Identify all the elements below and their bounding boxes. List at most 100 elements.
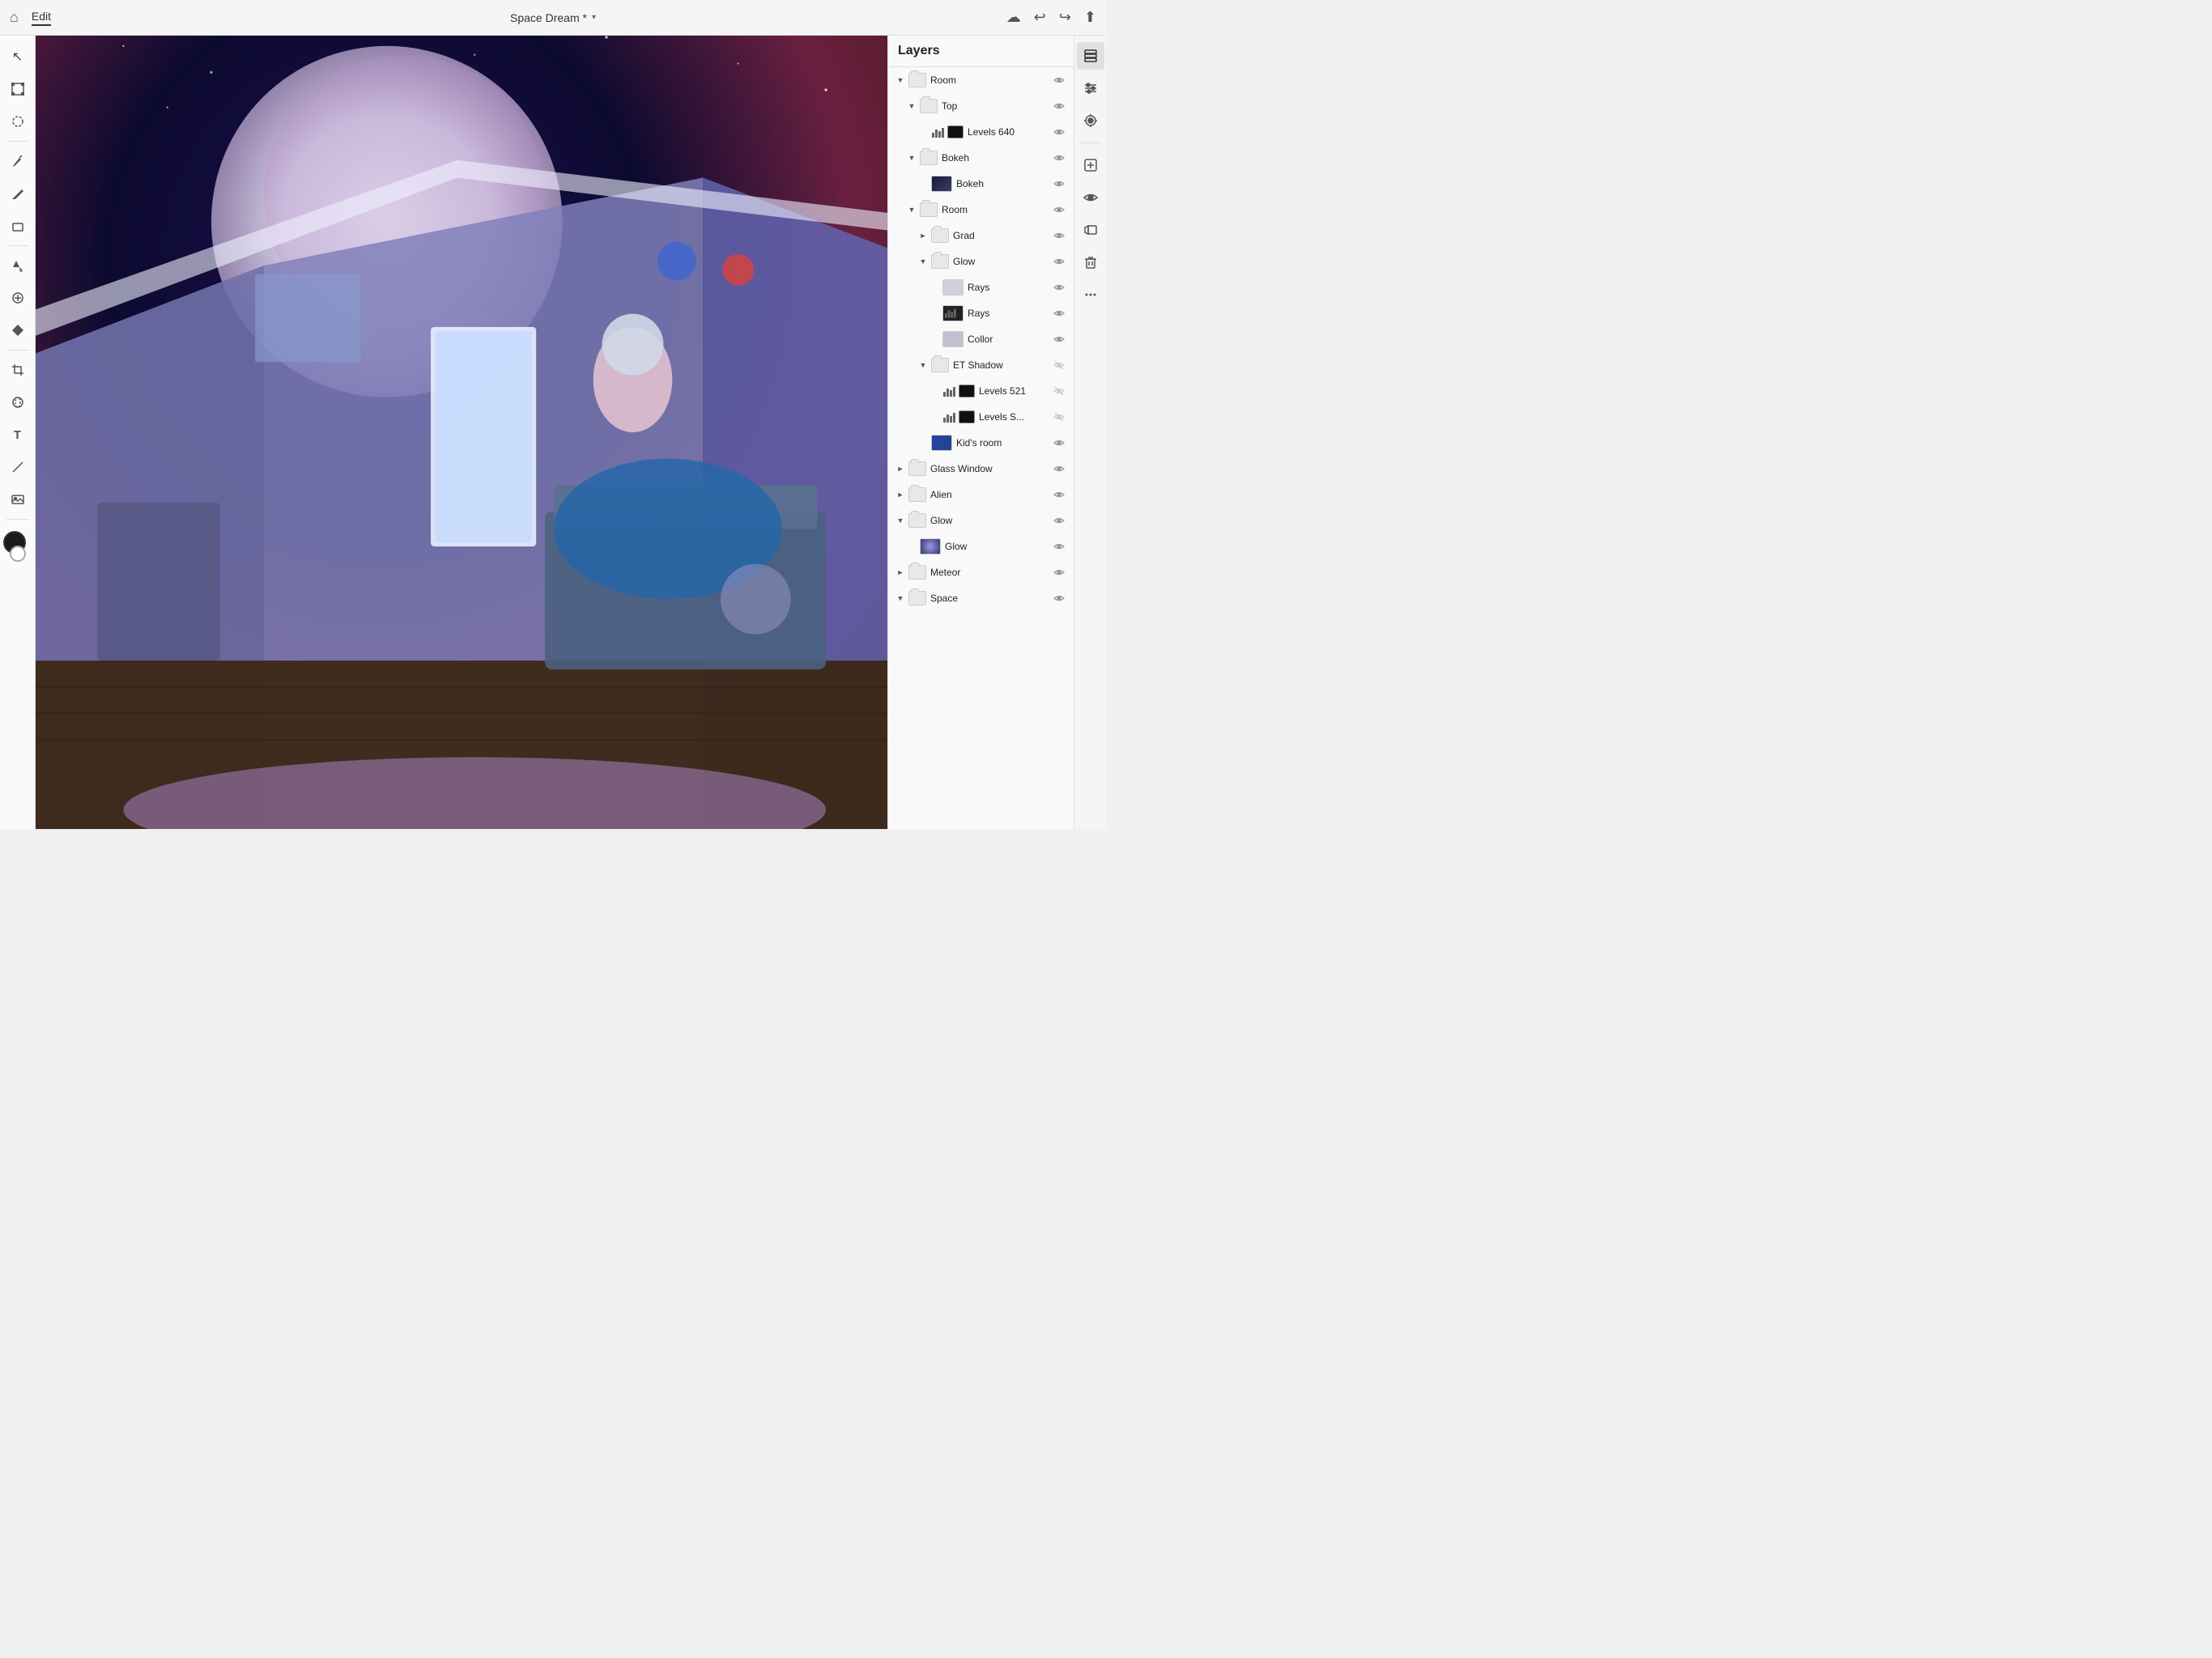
layer-item[interactable]: Bokeh <box>888 145 1074 171</box>
layer-visibility-toggle[interactable] <box>1051 124 1067 140</box>
layer-visibility-toggle[interactable] <box>1051 279 1067 295</box>
title-chevron[interactable]: ▾ <box>592 13 596 22</box>
layer-expand-arrow[interactable] <box>906 152 917 164</box>
layer-item[interactable]: Rays <box>888 300 1074 326</box>
layer-visibility-toggle[interactable] <box>1051 331 1067 347</box>
cloud-save-button[interactable]: ☁ <box>1006 9 1021 26</box>
layer-visibility-toggle[interactable] <box>1051 564 1067 580</box>
layer-item[interactable]: Room <box>888 197 1074 223</box>
layer-name-label: Top <box>942 100 1048 112</box>
layer-expand-arrow[interactable] <box>895 593 906 604</box>
layer-item[interactable]: Kid's room <box>888 430 1074 456</box>
layer-item[interactable]: Collor <box>888 326 1074 352</box>
select-tool[interactable]: ↖ <box>3 42 32 71</box>
layer-item[interactable]: Meteor <box>888 559 1074 585</box>
layer-folder-icon <box>931 254 949 269</box>
layer-visibility-toggle[interactable] <box>1051 590 1067 606</box>
toolbar-divider <box>6 141 29 142</box>
layer-name-label: Space <box>930 593 1048 604</box>
layer-item[interactable]: Grad <box>888 223 1074 249</box>
undo-button[interactable]: ↩ <box>1034 9 1046 26</box>
layer-expand-arrow[interactable] <box>906 204 917 215</box>
layer-visibility-toggle[interactable] <box>1051 72 1067 88</box>
layer-visibility-toggle[interactable] <box>1051 461 1067 477</box>
layer-item[interactable]: Glow <box>888 534 1074 559</box>
layer-item[interactable]: Bokeh <box>888 171 1074 197</box>
visibility-toggle-button[interactable] <box>1077 184 1104 211</box>
lasso-tool[interactable] <box>3 107 32 136</box>
layer-expand-arrow[interactable] <box>917 230 929 241</box>
canvas-area <box>36 36 887 829</box>
image-tool[interactable] <box>3 485 32 514</box>
layer-expand-arrow[interactable] <box>895 463 906 474</box>
layer-visibility-toggle[interactable] <box>1051 150 1067 166</box>
layer-item[interactable]: Levels 640 <box>888 119 1074 145</box>
layer-name-label: Glow <box>953 256 1048 267</box>
layer-item[interactable]: Levels S... <box>888 404 1074 430</box>
layer-expand-arrow[interactable] <box>917 359 929 371</box>
pencil-tool[interactable] <box>3 179 32 208</box>
layer-visibility-toggle[interactable] <box>1051 487 1067 503</box>
home-button[interactable]: ⌂ <box>10 9 19 26</box>
layer-folder-icon <box>908 461 926 476</box>
clone-tool[interactable] <box>3 283 32 312</box>
layer-expand-arrow[interactable] <box>895 74 906 86</box>
edit-tab[interactable]: Edit <box>32 10 51 26</box>
layer-expand-arrow[interactable] <box>895 567 906 578</box>
layer-item[interactable]: Glass Window <box>888 456 1074 482</box>
layer-thumbnail <box>920 538 941 555</box>
layer-visibility-toggle[interactable] <box>1051 538 1067 555</box>
layer-item[interactable]: Space <box>888 585 1074 611</box>
redo-button[interactable]: ↪ <box>1059 9 1071 26</box>
layer-item[interactable]: ET Shadow <box>888 352 1074 378</box>
text-tool[interactable]: T <box>3 420 32 449</box>
main-layout: ↖ T <box>0 36 1106 829</box>
layer-visibility-toggle[interactable] <box>1051 227 1067 244</box>
layer-item[interactable]: Top <box>888 93 1074 119</box>
layer-thumbnail <box>942 331 963 347</box>
crop-tool[interactable] <box>3 355 32 385</box>
layer-visibility-toggle[interactable] <box>1051 383 1067 399</box>
layer-item[interactable]: Glow <box>888 249 1074 274</box>
adjustments-panel-toggle[interactable] <box>1077 107 1104 134</box>
layer-item[interactable]: Rays <box>888 274 1074 300</box>
add-layer-button[interactable] <box>1077 151 1104 179</box>
layer-item[interactable]: Alien <box>888 482 1074 508</box>
layer-visibility-toggle[interactable] <box>1051 98 1067 114</box>
layer-visibility-toggle[interactable] <box>1051 202 1067 218</box>
toolbar-divider-3 <box>6 350 29 351</box>
layer-item[interactable]: Room <box>888 67 1074 93</box>
layer-thumbnail <box>931 435 952 451</box>
layer-folder-icon <box>908 591 926 606</box>
layer-expand-arrow[interactable] <box>917 256 929 267</box>
layer-visibility-toggle[interactable] <box>1051 409 1067 425</box>
delete-layer-button[interactable] <box>1077 249 1104 276</box>
line-tool[interactable] <box>3 453 32 482</box>
layer-expand-arrow[interactable] <box>906 100 917 112</box>
layer-expand-arrow[interactable] <box>895 515 906 526</box>
more-options-button[interactable] <box>1077 281 1104 308</box>
brush-tool[interactable] <box>3 147 32 176</box>
layers-panel-toggle[interactable] <box>1077 42 1104 70</box>
background-color[interactable] <box>10 546 26 562</box>
layer-item[interactable]: Levels 521 <box>888 378 1074 404</box>
transform-tool[interactable] <box>3 74 32 104</box>
layer-name-label: ET Shadow <box>953 359 1048 371</box>
layer-visibility-toggle[interactable] <box>1051 176 1067 192</box>
properties-panel-toggle[interactable] <box>1077 74 1104 102</box>
layer-name-label: Collor <box>968 334 1048 345</box>
layer-visibility-toggle[interactable] <box>1051 357 1067 373</box>
orbit-tool[interactable] <box>3 388 32 417</box>
layer-expand-arrow[interactable] <box>895 489 906 500</box>
export-button[interactable]: ⬆ <box>1084 9 1096 26</box>
layer-visibility-toggle[interactable] <box>1051 512 1067 529</box>
eraser-tool[interactable] <box>3 211 32 240</box>
group-layers-button[interactable] <box>1077 216 1104 244</box>
paint-bucket-tool[interactable] <box>3 251 32 280</box>
layer-visibility-toggle[interactable] <box>1051 253 1067 270</box>
layer-visibility-toggle[interactable] <box>1051 435 1067 451</box>
layer-visibility-toggle[interactable] <box>1051 305 1067 321</box>
layer-name-label: Levels 640 <box>968 126 1048 138</box>
healing-tool[interactable] <box>3 316 32 345</box>
layer-item[interactable]: Glow <box>888 508 1074 534</box>
